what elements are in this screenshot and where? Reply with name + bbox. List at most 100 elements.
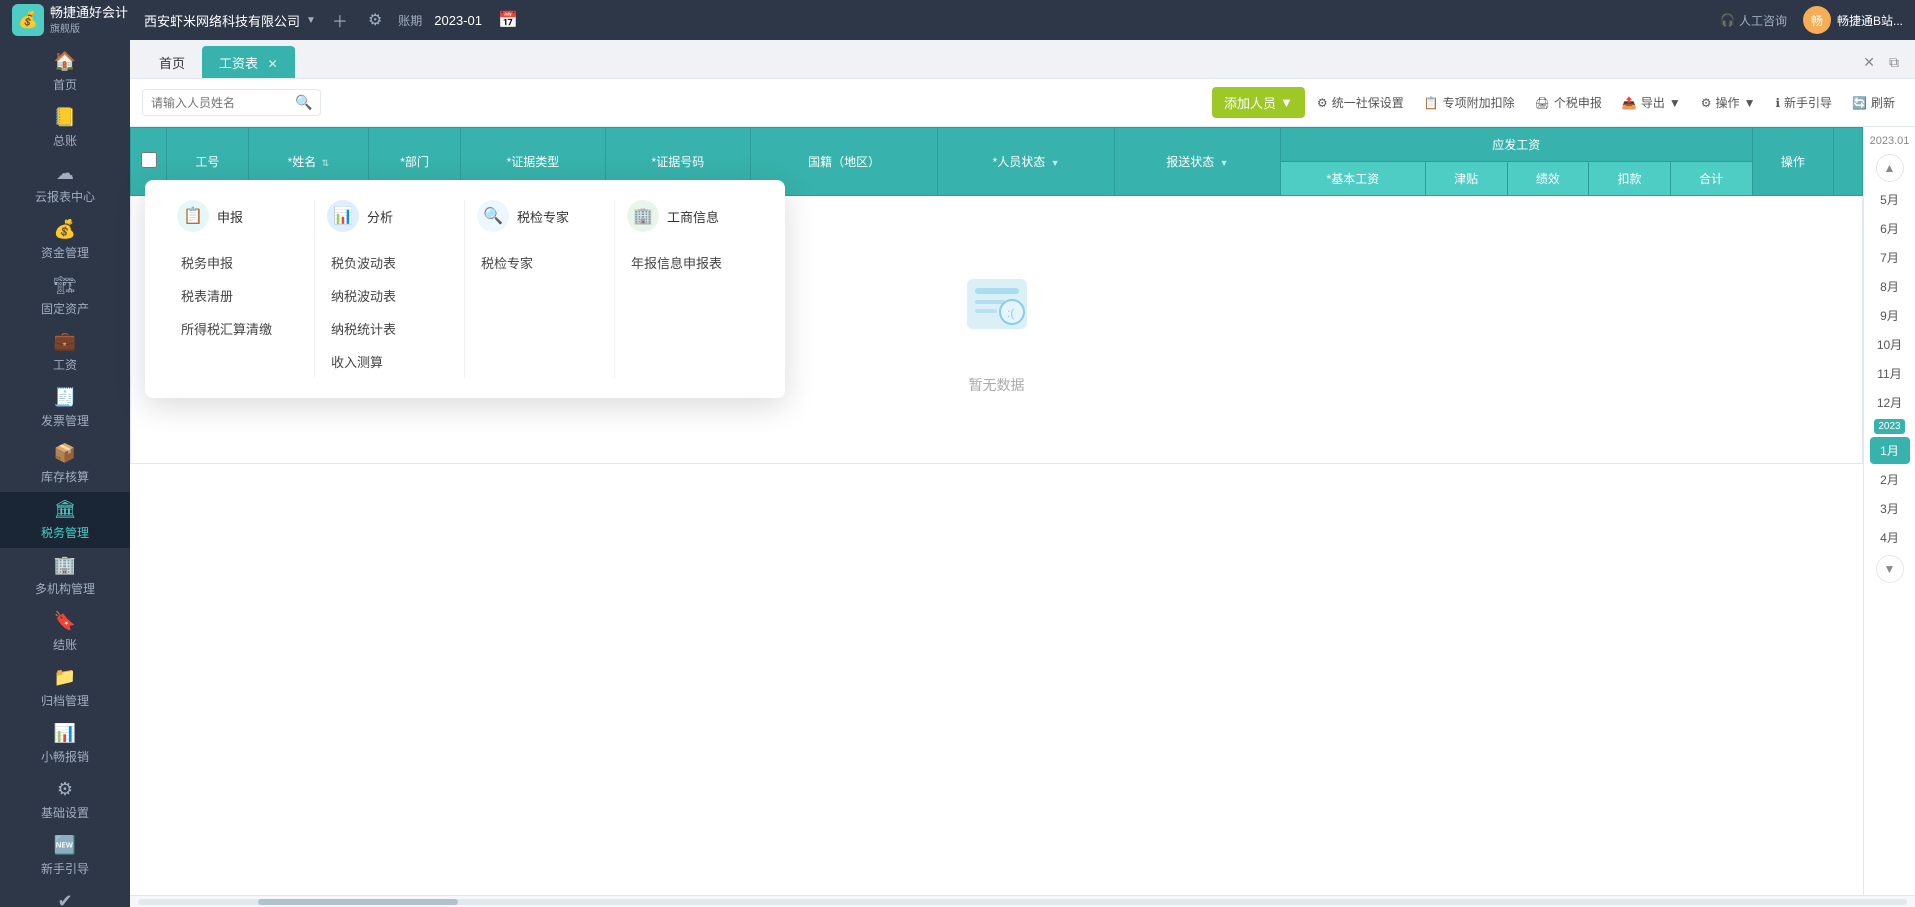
- sidebar-item-member[interactable]: ✔ 畅会员: [0, 884, 130, 907]
- sidebar-item-guide[interactable]: 🆕 新手引导: [0, 828, 130, 884]
- tab-home[interactable]: 首页: [142, 46, 202, 78]
- add-person-label: 添加人员: [1224, 93, 1276, 112]
- export-chevron: ▼: [1669, 96, 1681, 110]
- sidebar-label-cloud: 云报表中心: [35, 188, 95, 205]
- timeline-down-button[interactable]: ▼: [1876, 555, 1904, 583]
- filter-person-status-icon[interactable]: ▼: [1051, 158, 1060, 168]
- table-header-report-status: 报送状态 ▼: [1114, 128, 1280, 196]
- timeline-month-7[interactable]: 7月: [1870, 244, 1910, 271]
- timeline-month-10[interactable]: 10月: [1870, 331, 1910, 358]
- sidebar-item-archive[interactable]: 📁 归档管理: [0, 660, 130, 716]
- user-area[interactable]: 畅 畅捷通B站...: [1803, 6, 1903, 34]
- add-company-button[interactable]: ＋: [328, 4, 352, 36]
- export-button[interactable]: 📤 导出 ▼: [1614, 90, 1689, 115]
- timeline-month-1[interactable]: 1月: [1870, 437, 1910, 464]
- settings-button[interactable]: ⚙: [364, 6, 386, 34]
- special-deduction-icon: 📋: [1424, 96, 1439, 110]
- guide-button[interactable]: ℹ 新手引导: [1767, 90, 1840, 115]
- window-controls: ✕ ⧉: [1859, 52, 1903, 73]
- timeline-month-9[interactable]: 9月: [1870, 302, 1910, 329]
- sidebar-item-salary[interactable]: 💼 工资: [0, 324, 130, 380]
- tax-declaration-button[interactable]: 🖨 个税申报: [1527, 90, 1610, 115]
- assets-icon: 🏗: [54, 275, 77, 296]
- timeline-month-3[interactable]: 3月: [1870, 495, 1910, 522]
- timeline-month-5[interactable]: 5月: [1870, 186, 1910, 213]
- window-close-button[interactable]: ✕: [1859, 52, 1879, 73]
- timeline-month-4[interactable]: 4月: [1870, 524, 1910, 551]
- sidebar-item-invoice[interactable]: 🧾 发票管理: [0, 380, 130, 436]
- dropdown-item-tax-fluctuation[interactable]: 税负波动表: [327, 246, 452, 279]
- filter-report-status-icon[interactable]: ▼: [1220, 158, 1229, 168]
- empty-state-icon: :(: [957, 264, 1037, 359]
- timeline-month-6[interactable]: 6月: [1870, 215, 1910, 242]
- dropdown-item-income-tax-calc[interactable]: 所得税汇算清缴: [177, 312, 302, 345]
- sidebar-item-funds[interactable]: 💰 资金管理: [0, 212, 130, 268]
- add-person-chevron: ▼: [1280, 95, 1293, 110]
- dropdown-item-tax-payment-fluctuation[interactable]: 纳税波动表: [327, 279, 452, 312]
- guide-toolbar-label: 新手引导: [1784, 94, 1832, 111]
- dropdown-item-tax-stats[interactable]: 纳税统计表: [327, 312, 452, 345]
- scroll-thumb[interactable]: [258, 899, 458, 905]
- sidebar-item-cloud[interactable]: ☁ 云报表中心: [0, 156, 130, 212]
- tax-expert-section-icon: 🔍: [477, 200, 509, 232]
- salary-icon: 💼: [54, 331, 76, 352]
- tab-close-icon[interactable]: ✕: [268, 57, 278, 71]
- sidebar-item-multi[interactable]: 🏢 多机构管理: [0, 548, 130, 604]
- business-info-section-icon: 🏢: [627, 200, 659, 232]
- timeline-month-12[interactable]: 12月: [1870, 389, 1910, 416]
- sidebar-item-home[interactable]: 🏠 首页: [0, 44, 130, 100]
- timeline-year-tag: 2023: [1874, 419, 1904, 434]
- sidebar-label-tax: 税务管理: [41, 524, 89, 541]
- search-icon[interactable]: 🔍: [295, 94, 312, 111]
- select-all-checkbox[interactable]: [141, 152, 157, 168]
- period-label: 账期: [398, 12, 422, 29]
- dropdown-col-declaration: 📋 申报 税务申报 税表清册 所得税汇算清缴: [165, 200, 315, 378]
- declaration-section-icon: 📋: [177, 200, 209, 232]
- tax-dropdown-menu: 📋 申报 税务申报 税表清册 所得税汇算清缴 📊 分析 税负波动表 纳税波动表 …: [145, 180, 785, 398]
- sidebar-label-invoice: 发票管理: [41, 412, 89, 429]
- refresh-button[interactable]: 🔄 刷新: [1844, 90, 1903, 115]
- horizontal-scrollbar[interactable]: [130, 895, 1915, 907]
- dropdown-item-tax-inspection[interactable]: 税检专家: [477, 246, 602, 279]
- add-person-button[interactable]: 添加人员 ▼: [1212, 87, 1305, 118]
- sidebar-item-assets[interactable]: 🏗 固定资产: [0, 268, 130, 324]
- search-input[interactable]: [151, 96, 291, 110]
- company-selector[interactable]: 西安虾米网络科技有限公司 ▼: [144, 11, 316, 30]
- sidebar-item-settings[interactable]: ⚙ 基础设置: [0, 772, 130, 828]
- service-button[interactable]: 🎧 人工咨询: [1720, 12, 1787, 29]
- empty-text: 暂无数据: [969, 375, 1025, 395]
- dropdown-item-annual-report[interactable]: 年报信息申报表: [627, 246, 753, 279]
- timeline-month-8[interactable]: 8月: [1870, 273, 1910, 300]
- operations-button[interactable]: ⚙ 操作 ▼: [1693, 90, 1764, 115]
- timeline-month-11[interactable]: 11月: [1870, 360, 1910, 387]
- sidebar-item-ledger[interactable]: 📒 总账: [0, 100, 130, 156]
- sidebar-item-tax[interactable]: 🏛 税务管理: [0, 492, 130, 548]
- window-restore-button[interactable]: ⧉: [1885, 52, 1903, 73]
- special-deduction-button[interactable]: 📋 专项附加扣除: [1416, 90, 1523, 115]
- refresh-icon: 🔄: [1852, 96, 1867, 110]
- analysis-section-label: 分析: [367, 207, 393, 226]
- service-label: 人工咨询: [1739, 12, 1787, 29]
- social-insurance-label: 统一社保设置: [1332, 94, 1404, 111]
- sidebar-item-closing[interactable]: 🔖 结账: [0, 604, 130, 660]
- dropdown-item-tax-table-clear[interactable]: 税表清册: [177, 279, 302, 312]
- funds-icon: 💰: [54, 219, 76, 240]
- tab-salary-table[interactable]: 工资表 ✕: [202, 46, 295, 78]
- social-insurance-button[interactable]: ⚙ 统一社保设置: [1309, 90, 1412, 115]
- dropdown-item-tax-filing[interactable]: 税务申报: [177, 246, 302, 279]
- dropdown-item-income-calc[interactable]: 收入测算: [327, 345, 452, 378]
- content-area: 首页 工资表 ✕ ✕ ⧉ 🔍 添加人员 ▼: [130, 40, 1915, 907]
- company-chevron-icon: ▼: [306, 15, 316, 26]
- settings-sidebar-icon: ⚙: [57, 779, 73, 800]
- sidebar-item-inventory[interactable]: 📦 库存核算: [0, 436, 130, 492]
- sidebar-label-ledger: 总账: [53, 132, 77, 149]
- sidebar-item-report[interactable]: 📊 小畅报销: [0, 716, 130, 772]
- period-value: 2023-01: [434, 13, 482, 28]
- timeline-up-button[interactable]: ▲: [1876, 154, 1904, 182]
- export-icon: 📤: [1622, 96, 1637, 110]
- timeline-month-2[interactable]: 2月: [1870, 466, 1910, 493]
- table-header-base-salary: *基本工资: [1280, 162, 1425, 196]
- user-name: 畅捷通B站...: [1837, 12, 1903, 29]
- table-header-performance: 绩效: [1507, 162, 1589, 196]
- calendar-icon[interactable]: 📅: [494, 6, 522, 34]
